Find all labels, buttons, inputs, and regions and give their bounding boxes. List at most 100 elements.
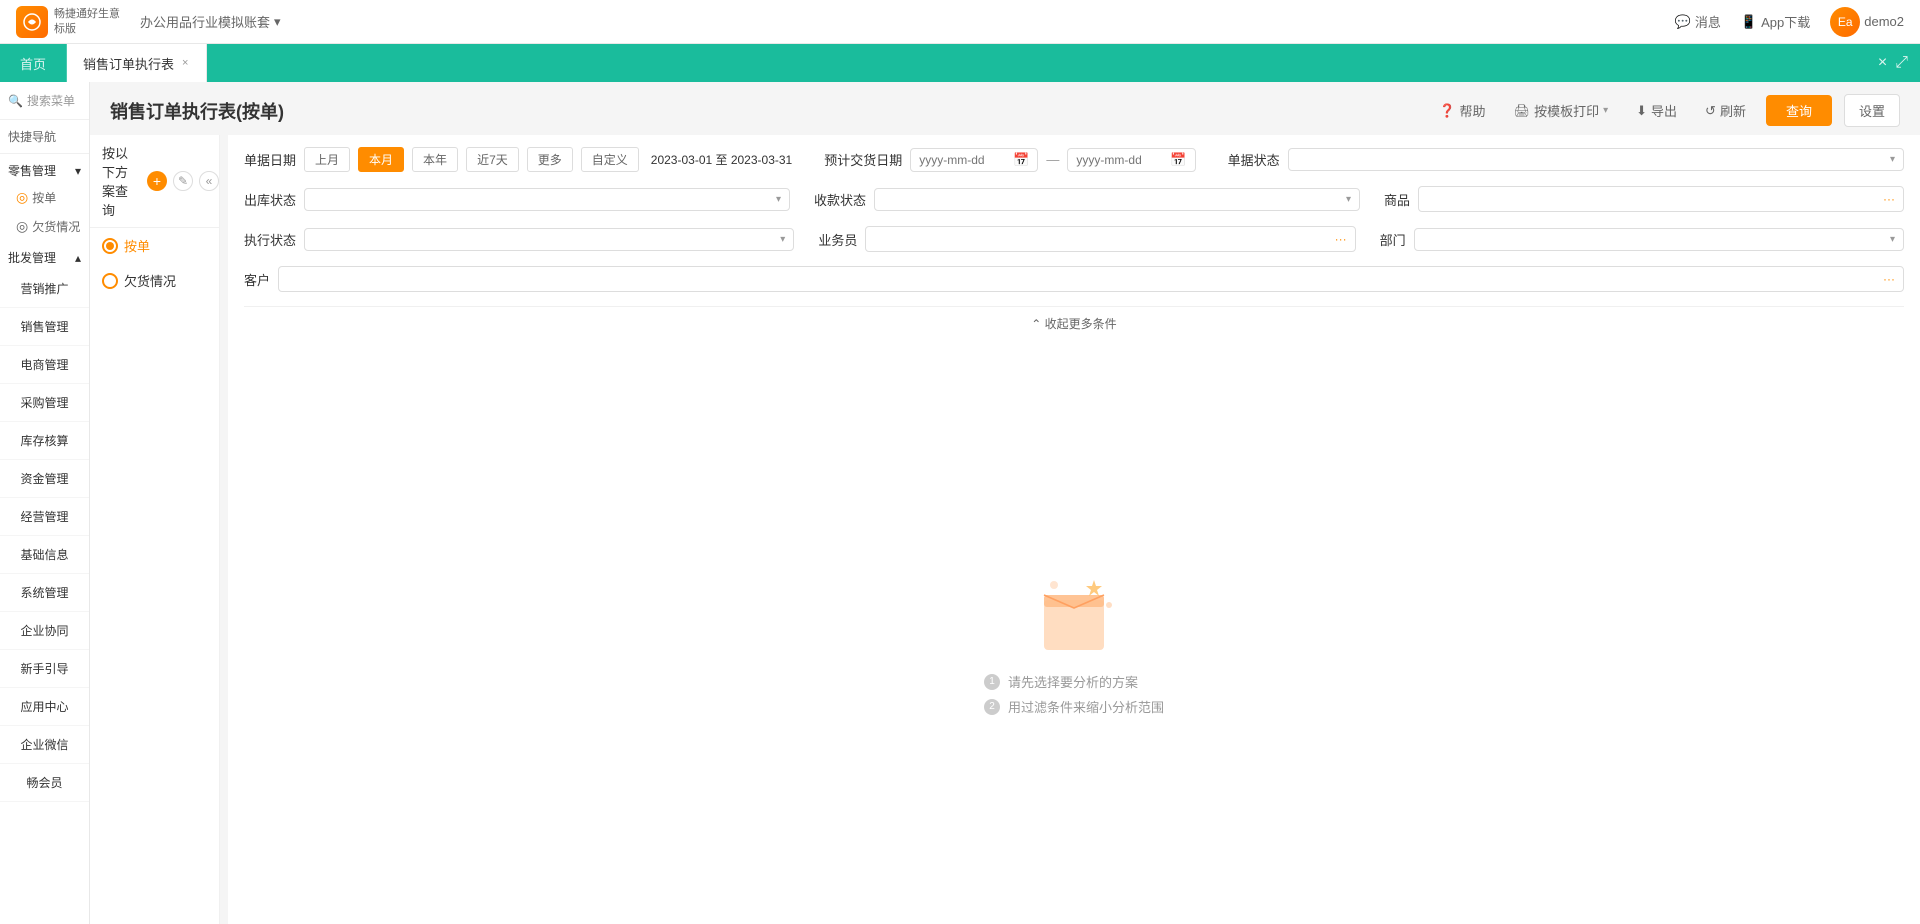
content-area: 销售订单执行表(按单) ❓ 帮助 🖨 按模板打印 ▾ ⬇ 导出 ↺ 刷新 xyxy=(90,82,1920,924)
sidebar-item-ecommerce[interactable]: 电商管理 xyxy=(0,346,89,384)
empty-tips: 1 请先选择要分析的方案 2 用过滤条件来缩小分析范围 xyxy=(984,672,1164,716)
scheme-edit-button[interactable]: ✎ xyxy=(173,171,193,191)
sidebar-item-purchase[interactable]: 采购管理 xyxy=(0,384,89,422)
sidebar-item-newbie-label: 新手引导 xyxy=(20,660,68,677)
sidebar-item-system[interactable]: 系统管理 xyxy=(0,574,89,612)
logo-area[interactable]: 畅捷通好生意 标版 xyxy=(16,6,120,38)
app-download-label: App下载 xyxy=(1761,12,1810,31)
sidebar-item-wechat-label: 企业微信 xyxy=(20,736,68,753)
expected-date-start-wrapper[interactable]: 📅 xyxy=(910,148,1038,172)
refresh-button[interactable]: ↺ 刷新 xyxy=(1697,97,1754,124)
doc-status-label: 单据状态 xyxy=(1228,150,1280,169)
message-label: 消息 xyxy=(1695,12,1721,31)
print-icon: 🖨 xyxy=(1514,103,1531,119)
date-current-year-btn[interactable]: 本年 xyxy=(412,147,458,172)
date-custom-btn[interactable]: 自定义 xyxy=(581,147,639,172)
customer-more-icon: ··· xyxy=(1883,272,1895,286)
product-more-icon: ··· xyxy=(1883,192,1895,206)
payment-status-select[interactable]: ▾ xyxy=(874,188,1360,211)
scheme-dot-order xyxy=(102,238,118,254)
tip-number-1: 1 xyxy=(984,674,1000,690)
scheme-collapse-button[interactable]: « xyxy=(199,171,219,191)
salesperson-input[interactable]: ··· xyxy=(865,226,1355,252)
sidebar-item-newbie[interactable]: 新手引导 xyxy=(0,650,89,688)
tip-number-2: 2 xyxy=(984,699,1000,715)
tab-close-icon[interactable]: × xyxy=(180,55,190,71)
tab-controls: × ⤢ xyxy=(1866,44,1920,82)
scheme-debt-label: 欠货情况 xyxy=(124,271,176,290)
date-last7-btn[interactable]: 近7天 xyxy=(466,147,519,172)
main-layout: 🔍 搜索菜单 快捷导航 零售管理 ▾ ◎ 按单 ◎ 欠货情况 批发管理 ▴ 营销… xyxy=(0,82,1920,924)
empty-state: 1 请先选择要分析的方案 2 用过滤条件来缩小分析范围 xyxy=(228,352,1920,924)
sidebar-item-marketing[interactable]: 营销推广 xyxy=(0,270,89,308)
sidebar-item-apps[interactable]: 应用中心 xyxy=(0,688,89,726)
calendar-end-icon: 📅 xyxy=(1170,152,1186,168)
product-input[interactable]: ··· xyxy=(1418,186,1904,212)
scheme-add-button[interactable]: + xyxy=(147,171,167,191)
sidebar-item-wholesale[interactable]: 批发管理 ▴ xyxy=(0,241,89,270)
expected-date-start-input[interactable] xyxy=(919,153,1009,167)
sidebar-sub-debt[interactable]: ◎ 欠货情况 xyxy=(0,212,89,241)
tab-home[interactable]: 首页 xyxy=(0,44,67,82)
sidebar-item-retail[interactable]: 零售管理 ▾ xyxy=(0,154,89,183)
expected-date-end-wrapper[interactable]: 📅 xyxy=(1067,148,1195,172)
main-content-wrapper: 按以下方案查询 + ✎ « 按单 欠货情况 xyxy=(90,135,1920,924)
message-action[interactable]: 💬 消息 xyxy=(1675,12,1721,31)
sidebar-sub-order-label: 按单 xyxy=(32,189,56,206)
sidebar-item-system-label: 系统管理 xyxy=(20,584,68,601)
export-button[interactable]: ⬇ 导出 xyxy=(1628,97,1685,124)
collapse-more-button[interactable]: ⌃ 收起更多条件 xyxy=(244,306,1904,340)
sidebar-item-operations[interactable]: 经营管理 xyxy=(0,498,89,536)
date-current-month-btn[interactable]: 本月 xyxy=(358,147,404,172)
sidebar-search[interactable]: 🔍 搜索菜单 xyxy=(0,82,89,120)
sidebar-item-member[interactable]: 畅会员 xyxy=(0,764,89,802)
sidebar-quick-nav[interactable]: 快捷导航 xyxy=(0,120,89,154)
stock-status-select[interactable]: ▾ xyxy=(304,188,790,211)
breadcrumb[interactable]: 办公用品行业模拟账套 ▾ xyxy=(140,12,281,31)
help-button[interactable]: ❓ 帮助 xyxy=(1431,97,1493,124)
sidebar-item-finance[interactable]: 资金管理 xyxy=(0,460,89,498)
tip-1-text: 请先选择要分析的方案 xyxy=(1008,672,1138,691)
expected-date-end-input[interactable] xyxy=(1076,153,1166,167)
chevron-down-payment-icon: ▾ xyxy=(1346,194,1351,205)
tab-sales-order[interactable]: 销售订单执行表 × xyxy=(67,44,207,82)
search-button[interactable]: 查询 xyxy=(1766,95,1832,126)
app-download-action[interactable]: 📱 App下载 xyxy=(1741,12,1810,31)
top-nav: 畅捷通好生意 标版 办公用品行业模拟账套 ▾ 💬 消息 📱 App下载 Ea d… xyxy=(0,0,1920,44)
sidebar-item-retail-label: 零售管理 xyxy=(8,162,56,179)
sidebar-sub-order[interactable]: ◎ 按单 xyxy=(0,183,89,212)
sidebar-item-sales[interactable]: 销售管理 xyxy=(0,308,89,346)
user-area[interactable]: Ea demo2 xyxy=(1830,7,1904,37)
calendar-icon: 📅 xyxy=(1013,152,1029,168)
user-name: demo2 xyxy=(1864,14,1904,29)
filter-row-4: 客户 ··· xyxy=(244,266,1904,292)
doc-status-select[interactable]: ▾ xyxy=(1288,148,1904,171)
scheme-item-order[interactable]: 按单 xyxy=(90,228,219,263)
top-nav-left: 畅捷通好生意 标版 办公用品行业模拟账套 ▾ xyxy=(16,6,281,38)
empty-state-inner: 1 请先选择要分析的方案 2 用过滤条件来缩小分析范围 xyxy=(984,560,1164,716)
department-select[interactable]: ▾ xyxy=(1414,228,1904,251)
sidebar-item-basic[interactable]: 基础信息 xyxy=(0,536,89,574)
export-icon: ⬇ xyxy=(1636,103,1647,119)
scheme-title: 按以下方案查询 xyxy=(102,143,139,219)
date-more-btn[interactable]: 更多 xyxy=(527,147,573,172)
settings-button[interactable]: 设置 xyxy=(1844,94,1900,127)
search-icon: 🔍 xyxy=(8,94,23,108)
tab-maximize-icon[interactable]: ⤢ xyxy=(1895,54,1908,72)
print-button[interactable]: 🖨 按模板打印 ▾ xyxy=(1506,97,1617,124)
tab-close-all-icon[interactable]: × xyxy=(1878,54,1887,72)
date-prev-month-btn[interactable]: 上月 xyxy=(304,147,350,172)
date-range-display: 2023-03-01 至 2023-03-31 xyxy=(651,151,792,168)
customer-input[interactable]: ··· xyxy=(278,266,1904,292)
sidebar-item-finance-label: 资金管理 xyxy=(20,470,68,487)
scheme-item-debt[interactable]: 欠货情况 xyxy=(90,263,219,298)
logo-text: 畅捷通好生意 标版 xyxy=(54,7,120,36)
sidebar-search-label: 搜索菜单 xyxy=(27,92,75,109)
sidebar-item-wechat[interactable]: 企业微信 xyxy=(0,726,89,764)
sidebar-item-enterprise[interactable]: 企业协同 xyxy=(0,612,89,650)
date-filter-row: 单据日期 上月 本月 本年 近7天 更多 自定义 2023-03-01 至 20… xyxy=(244,147,1904,172)
exec-status-select[interactable]: ▾ xyxy=(304,228,794,251)
refresh-label: 刷新 xyxy=(1720,101,1746,120)
sidebar-item-inventory[interactable]: 库存核算 xyxy=(0,422,89,460)
exec-status-label: 执行状态 xyxy=(244,230,296,249)
